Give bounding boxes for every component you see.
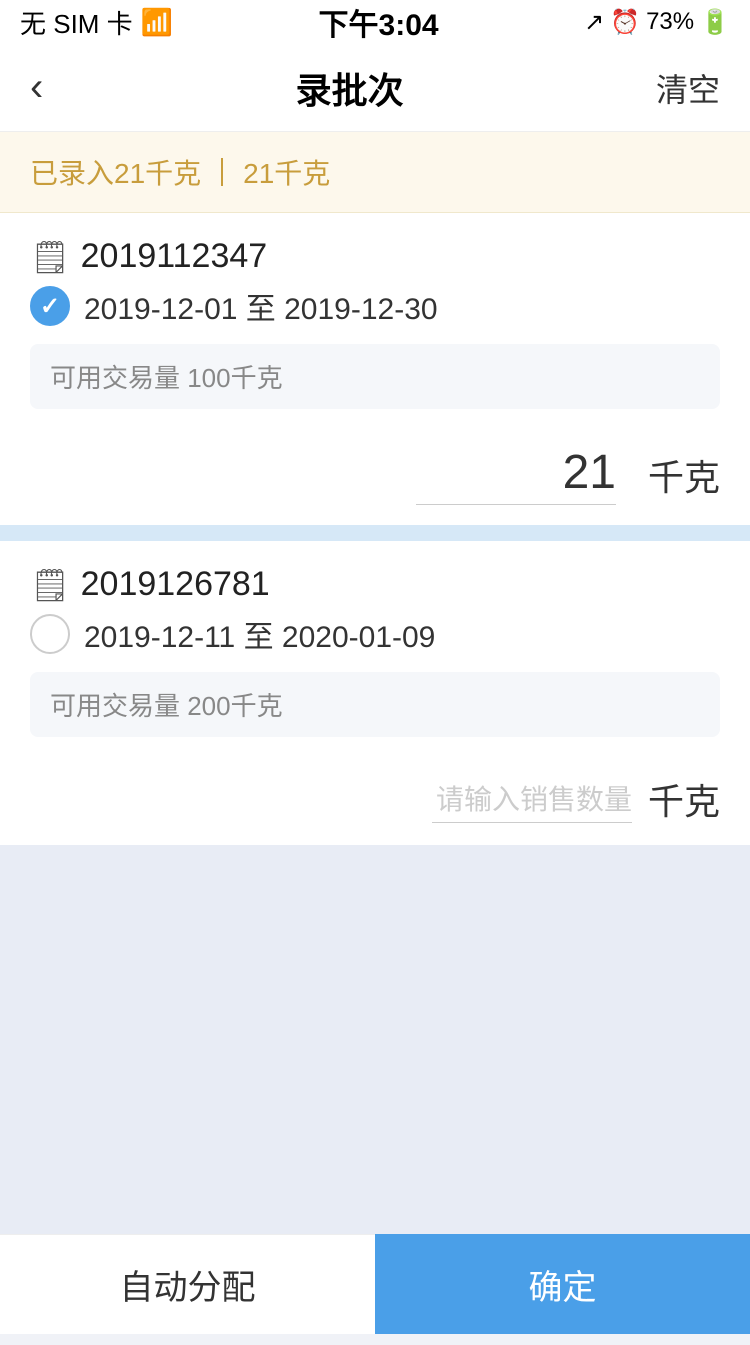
- radio-button-1[interactable]: [30, 286, 70, 326]
- back-button[interactable]: ‹: [30, 65, 43, 110]
- batch-quota-2: 可用交易量 200千克: [30, 672, 720, 737]
- summary-divider: [221, 158, 223, 186]
- quantity-input-2[interactable]: [432, 776, 632, 823]
- status-left: 无 SIM 卡 📶: [20, 4, 173, 41]
- nav-bar: ‹ 录批次 清空: [0, 44, 750, 132]
- summary-label: 已录入21千克: [30, 152, 201, 192]
- blue-separator: [0, 525, 750, 541]
- batch-icon-2: 🗒: [30, 566, 71, 604]
- auto-distribute-button[interactable]: 自动分配: [0, 1234, 375, 1334]
- summary-amount: 21千克: [243, 152, 330, 192]
- batch-number-1: 2019112347: [81, 237, 268, 276]
- bottom-area: [0, 845, 750, 1245]
- location-icon: ↗: [584, 8, 604, 37]
- batch-number-2: 2019126781: [81, 565, 270, 604]
- quantity-row-1: 21 千克: [0, 429, 750, 525]
- alarm-icon: ⏰: [610, 8, 640, 37]
- confirm-button[interactable]: 确定: [375, 1234, 750, 1334]
- status-time: 下午3:04: [319, 0, 439, 44]
- battery-icon: 🔋: [700, 8, 730, 37]
- wifi-icon: 📶: [141, 7, 173, 38]
- batch-date-2: 2019-12-11 至 2020-01-09: [84, 612, 435, 656]
- batch-item-2: 🗒 2019126781 2019-12-11 至 2020-01-09 可用交…: [0, 541, 750, 845]
- batch-header-2: 🗒 2019126781: [0, 541, 750, 612]
- batch-date-row-2[interactable]: 2019-12-11 至 2020-01-09: [0, 612, 750, 672]
- radio-button-2[interactable]: [30, 614, 70, 654]
- status-bar: 无 SIM 卡 📶 下午3:04 ↗ ⏰ 73% 🔋: [0, 0, 750, 44]
- batch-item-1: 🗒 2019112347 2019-12-01 至 2019-12-30 可用交…: [0, 213, 750, 525]
- status-right: ↗ ⏰ 73% 🔋: [584, 8, 730, 37]
- batch-header-1: 🗒 2019112347: [0, 213, 750, 284]
- batch-date-row-1[interactable]: 2019-12-01 至 2019-12-30: [0, 284, 750, 344]
- footer: 自动分配 确定: [0, 1234, 750, 1334]
- clear-button[interactable]: 清空: [656, 65, 720, 111]
- page-title: 录批次: [296, 62, 404, 114]
- quantity-unit-2: 千克: [648, 773, 720, 825]
- batch-quota-1: 可用交易量 100千克: [30, 344, 720, 409]
- battery-text: 73%: [646, 8, 694, 36]
- batch-date-1: 2019-12-01 至 2019-12-30: [84, 284, 438, 328]
- quantity-row-2: 千克: [0, 757, 750, 845]
- no-sim-text: 无 SIM 卡: [20, 4, 133, 41]
- batch-icon-1: 🗒: [30, 238, 71, 276]
- summary-bar: 已录入21千克 21千克: [0, 132, 750, 213]
